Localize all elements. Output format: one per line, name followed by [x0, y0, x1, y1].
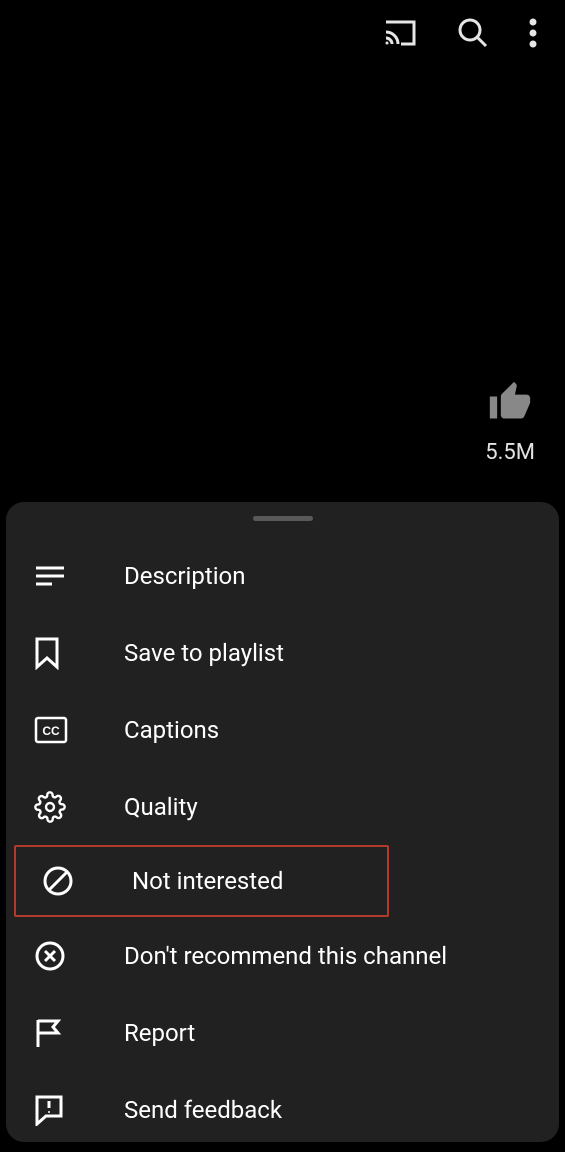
menu-item-label: Report [124, 1019, 195, 1047]
sheet-menu: Description Save to playlist CC Captions Qua… [6, 537, 559, 1142]
menu-item-label: Quality [124, 793, 198, 821]
menu-item-label: Captions [124, 716, 219, 744]
bottom-sheet: Description Save to playlist CC Captions Qua… [6, 502, 559, 1142]
sheet-grabber[interactable] [253, 516, 313, 521]
menu-item-label: Send feedback [124, 1096, 282, 1124]
menu-item-label: Save to playlist [124, 639, 284, 667]
menu-item-description[interactable]: Description [6, 537, 559, 614]
flag-icon [34, 1017, 94, 1049]
menu-item-label: Don't recommend this channel [124, 942, 447, 970]
like-button[interactable]: 5.5M [485, 380, 535, 465]
menu-item-dont-recommend[interactable]: Don't recommend this channel [6, 917, 559, 994]
description-icon [34, 564, 94, 588]
menu-item-quality[interactable]: Quality [6, 768, 559, 845]
svg-text:CC: CC [42, 724, 60, 738]
bookmark-icon [34, 636, 94, 670]
prohibit-icon [42, 865, 102, 897]
menu-item-captions[interactable]: CC Captions [6, 691, 559, 768]
circle-x-icon [34, 940, 94, 972]
cast-icon[interactable] [383, 19, 417, 51]
like-count: 5.5M [485, 440, 535, 465]
settings-icon [34, 791, 94, 823]
menu-item-save-playlist[interactable]: Save to playlist [6, 614, 559, 691]
feedback-icon [34, 1094, 94, 1126]
more-vert-icon[interactable] [529, 17, 537, 53]
menu-item-not-interested[interactable]: Not interested [14, 845, 389, 917]
thumb-up-icon [488, 380, 532, 428]
menu-item-report[interactable]: Report [6, 994, 559, 1071]
menu-item-send-feedback[interactable]: Send feedback [6, 1071, 559, 1142]
menu-item-label: Description [124, 562, 246, 590]
menu-item-label: Not interested [132, 867, 283, 895]
cc-icon: CC [34, 716, 94, 744]
search-icon[interactable] [457, 17, 489, 53]
topbar [0, 0, 565, 70]
